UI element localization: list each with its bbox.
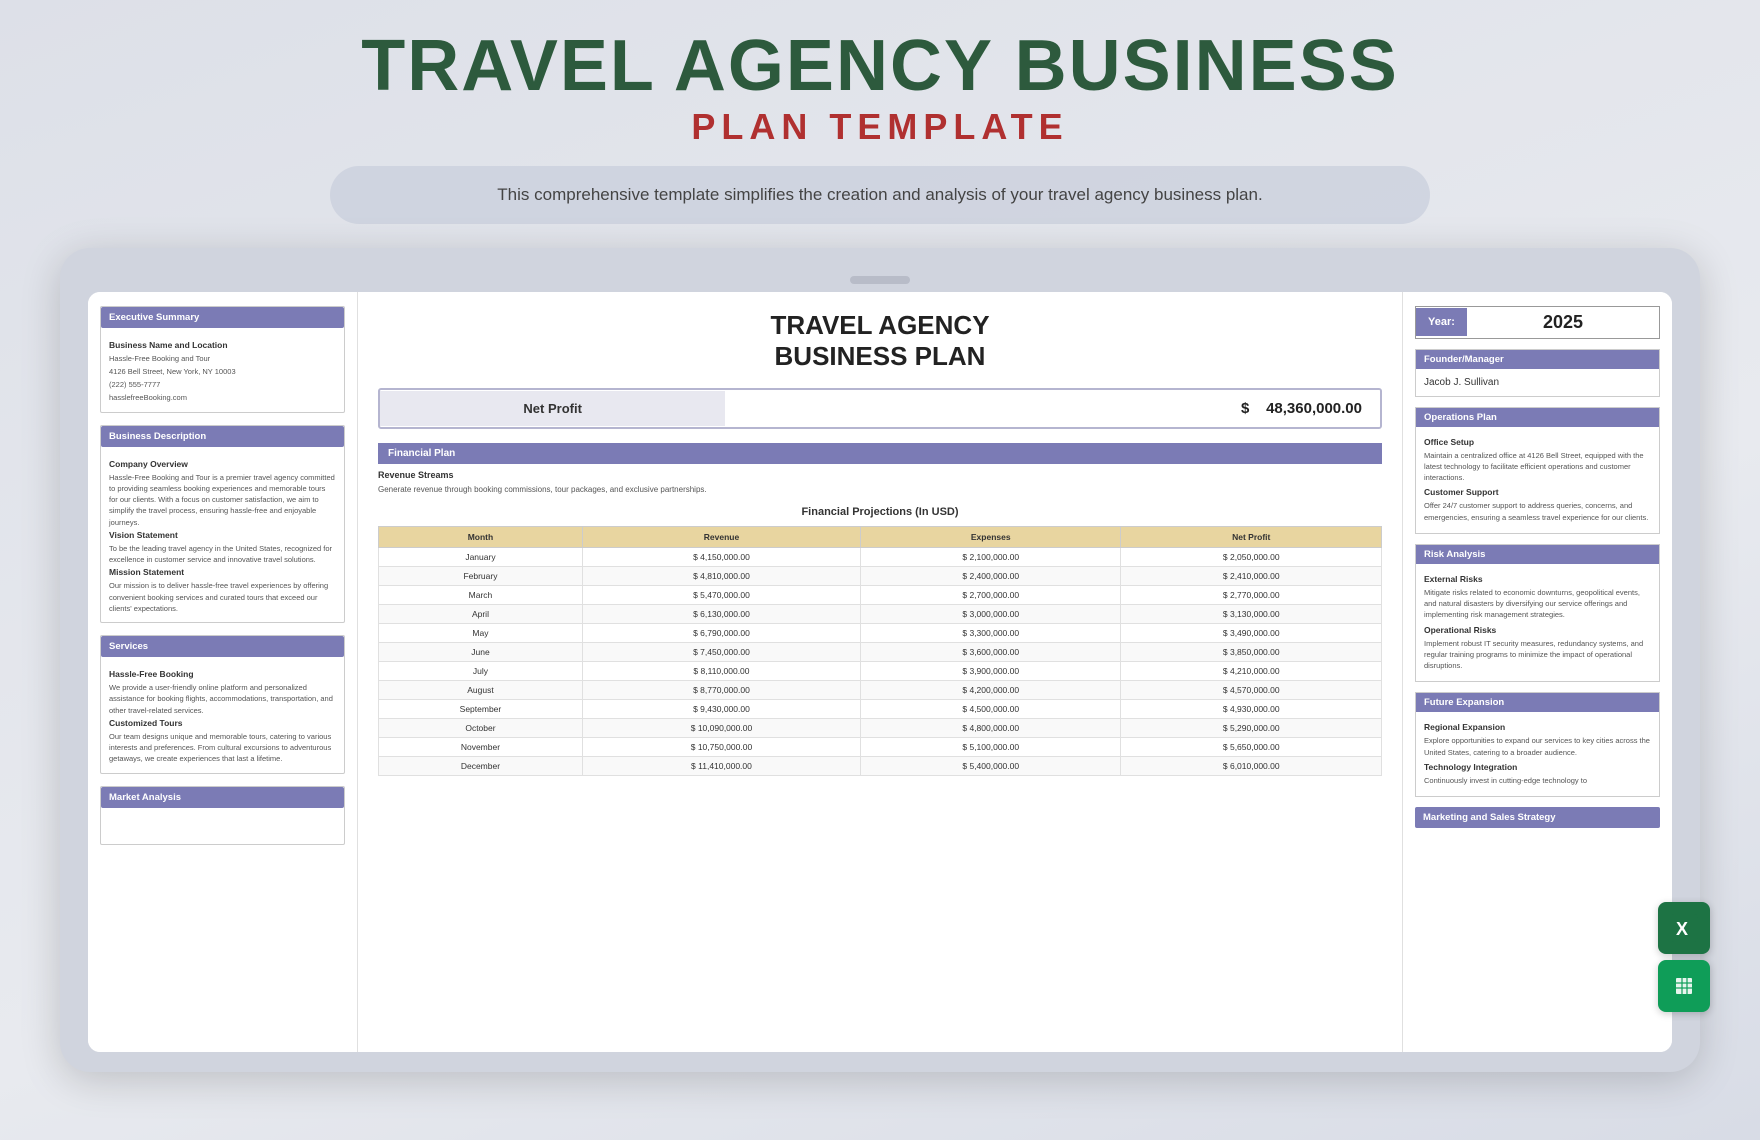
doc-title-line2: BUSINESS PLAN: [775, 341, 986, 371]
future-expansion-section: Future Expansion Regional Expansion Expl…: [1415, 692, 1660, 797]
hassle-free-booking-label: Hassle-Free Booking: [109, 669, 336, 679]
financial-plan-header: Financial Plan: [378, 443, 1382, 464]
overlay-icons: X: [1658, 902, 1710, 1012]
tech-integration-label: Technology Integration: [1424, 762, 1651, 772]
customer-support-text: Offer 24/7 customer support to address q…: [1424, 500, 1651, 523]
excel-icon[interactable]: X: [1658, 902, 1710, 954]
founder-header: Founder/Manager: [1416, 350, 1659, 369]
year-box: Year: 2025: [1415, 306, 1660, 339]
biz-name-location-label: Business Name and Location: [109, 340, 336, 350]
operational-risks-label: Operational Risks: [1424, 625, 1651, 635]
company-overview-label: Company Overview: [109, 459, 336, 469]
table-row: August$ 8,770,000.00$ 4,200,000.00$ 4,57…: [379, 680, 1382, 699]
revenue-streams-text: Generate revenue through booking commiss…: [378, 484, 1382, 496]
doc-title-line1: TRAVEL AGENCY: [770, 310, 989, 340]
device-screen: Executive Summary Business Name and Loca…: [88, 292, 1672, 1052]
right-column: Year: 2025 Founder/Manager Jacob J. Sull…: [1402, 292, 1672, 1052]
svg-text:X: X: [1676, 919, 1688, 939]
year-label: Year:: [1416, 308, 1467, 336]
net-profit-amount: 48,360,000.00: [1266, 400, 1362, 417]
regional-expansion-text: Explore opportunities to expand our serv…: [1424, 735, 1651, 758]
sub-title: PLAN TEMPLATE: [60, 106, 1700, 148]
services-content: Hassle-Free Booking We provide a user-fr…: [101, 663, 344, 773]
risk-analysis-content: External Risks Mitigate risks related to…: [1416, 564, 1659, 682]
office-setup-label: Office Setup: [1424, 437, 1651, 447]
tech-integration-text: Continuously invest in cutting-edge tech…: [1424, 775, 1651, 786]
biz-phone: (222) 555-7777: [109, 379, 336, 390]
office-setup-text: Maintain a centralized office at 4126 Be…: [1424, 450, 1651, 484]
center-column: TRAVEL AGENCY BUSINESS PLAN Net Profit $…: [358, 292, 1402, 1052]
services-section: Services Hassle-Free Booking We provide …: [100, 635, 345, 774]
executive-summary-header: Executive Summary: [101, 307, 344, 328]
marketing-strategy-header: Marketing and Sales Strategy: [1415, 807, 1660, 828]
table-row: May$ 6,790,000.00$ 3,300,000.00$ 3,490,0…: [379, 623, 1382, 642]
table-row: September$ 9,430,000.00$ 4,500,000.00$ 4…: [379, 699, 1382, 718]
table-row: February$ 4,810,000.00$ 2,400,000.00$ 2,…: [379, 566, 1382, 585]
customized-tours-label: Customized Tours: [109, 718, 336, 728]
operations-plan-header: Operations Plan: [1416, 408, 1659, 427]
col-net-profit: Net Profit: [1121, 526, 1382, 547]
regional-expansion-label: Regional Expansion: [1424, 722, 1651, 732]
biz-website: hasslefreeBooking.com: [109, 392, 336, 403]
hassle-free-booking-text: We provide a user-friendly online platfo…: [109, 682, 336, 716]
table-row: December$ 11,410,000.00$ 5,400,000.00$ 6…: [379, 756, 1382, 775]
table-row: June$ 7,450,000.00$ 3,600,000.00$ 3,850,…: [379, 642, 1382, 661]
external-risks-label: External Risks: [1424, 574, 1651, 584]
net-profit-value: $ 48,360,000.00: [725, 390, 1380, 427]
col-month: Month: [379, 526, 583, 547]
year-value: 2025: [1467, 307, 1659, 338]
col-expenses: Expenses: [861, 526, 1121, 547]
net-profit-currency: $: [1241, 400, 1249, 417]
business-description-header: Business Description: [101, 426, 344, 447]
table-row: November$ 10,750,000.00$ 5,100,000.00$ 5…: [379, 737, 1382, 756]
future-expansion-content: Regional Expansion Explore opportunities…: [1416, 712, 1659, 796]
device-mockup: Executive Summary Business Name and Loca…: [60, 248, 1700, 1072]
projections-table: Month Revenue Expenses Net Profit Januar…: [378, 526, 1382, 776]
risk-analysis-header: Risk Analysis: [1416, 545, 1659, 564]
business-description-section: Business Description Company Overview Ha…: [100, 425, 345, 624]
net-profit-banner: Net Profit $ 48,360,000.00: [378, 388, 1382, 429]
biz-address: 4126 Bell Street, New York, NY 10003: [109, 366, 336, 377]
table-row: March$ 5,470,000.00$ 2,700,000.00$ 2,770…: [379, 585, 1382, 604]
table-row: April$ 6,130,000.00$ 3,000,000.00$ 3,130…: [379, 604, 1382, 623]
revenue-streams-label: Revenue Streams: [378, 470, 1382, 480]
risk-analysis-section: Risk Analysis External Risks Mitigate ri…: [1415, 544, 1660, 683]
executive-summary-content: Business Name and Location Hassle-Free B…: [101, 334, 344, 412]
net-profit-label: Net Profit: [380, 391, 725, 426]
left-column: Executive Summary Business Name and Loca…: [88, 292, 358, 1052]
executive-summary-section: Executive Summary Business Name and Loca…: [100, 306, 345, 413]
table-row: July$ 8,110,000.00$ 3,900,000.00$ 4,210,…: [379, 661, 1382, 680]
mission-statement-text: Our mission is to deliver hassle-free tr…: [109, 580, 336, 614]
table-row: October$ 10,090,000.00$ 4,800,000.00$ 5,…: [379, 718, 1382, 737]
market-analysis-content: [101, 814, 344, 844]
vision-statement-text: To be the leading travel agency in the U…: [109, 543, 336, 566]
mission-statement-label: Mission Statement: [109, 567, 336, 577]
main-title: TRAVEL AGENCY BUSINESS: [60, 30, 1700, 102]
company-overview-text: Hassle-Free Booking and Tour is a premie…: [109, 472, 336, 528]
customized-tours-text: Our team designs unique and memorable to…: [109, 731, 336, 765]
business-description-content: Company Overview Hassle-Free Booking and…: [101, 453, 344, 623]
col-revenue: Revenue: [582, 526, 860, 547]
vision-statement-label: Vision Statement: [109, 530, 336, 540]
market-analysis-header: Market Analysis: [101, 787, 344, 808]
services-header: Services: [101, 636, 344, 657]
table-row: January$ 4,150,000.00$ 2,100,000.00$ 2,0…: [379, 547, 1382, 566]
founder-box: Founder/Manager Jacob J. Sullivan: [1415, 349, 1660, 397]
page-header: TRAVEL AGENCY BUSINESS PLAN TEMPLATE: [60, 30, 1700, 148]
operational-risks-text: Implement robust IT security measures, r…: [1424, 638, 1651, 672]
customer-support-label: Customer Support: [1424, 487, 1651, 497]
external-risks-text: Mitigate risks related to economic downt…: [1424, 587, 1651, 621]
founder-name: Jacob J. Sullivan: [1416, 369, 1659, 396]
future-expansion-header: Future Expansion: [1416, 693, 1659, 712]
sheets-icon[interactable]: [1658, 960, 1710, 1012]
document-title: TRAVEL AGENCY BUSINESS PLAN: [378, 310, 1382, 372]
market-analysis-section: Market Analysis: [100, 786, 345, 845]
operations-plan-section: Operations Plan Office Setup Maintain a …: [1415, 407, 1660, 534]
projections-title: Financial Projections (In USD): [378, 506, 1382, 518]
operations-plan-content: Office Setup Maintain a centralized offi…: [1416, 427, 1659, 533]
biz-name: Hassle-Free Booking and Tour: [109, 353, 336, 364]
device-notch: [850, 276, 910, 284]
tagline: This comprehensive template simplifies t…: [330, 166, 1430, 224]
